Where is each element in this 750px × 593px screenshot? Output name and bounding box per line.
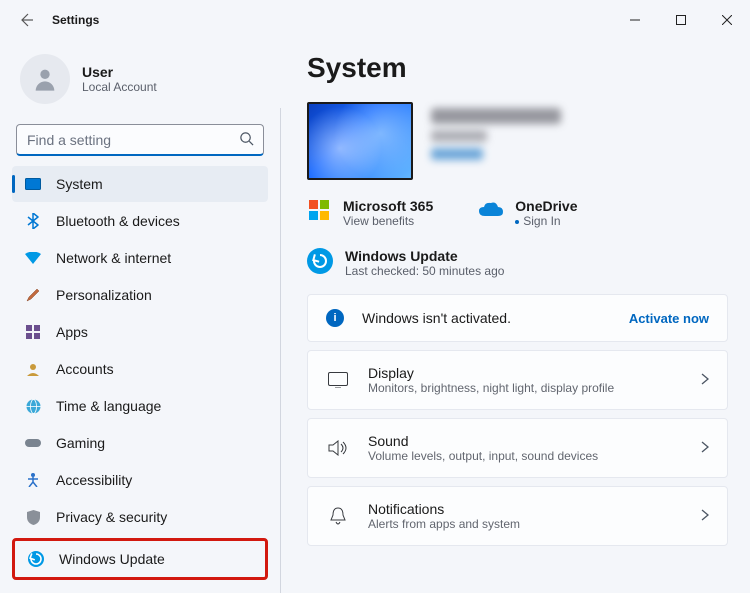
highlight-box: Windows Update bbox=[12, 538, 268, 580]
setting-display[interactable]: Display Monitors, brightness, night ligh… bbox=[307, 350, 728, 410]
nav-label: Network & internet bbox=[56, 250, 171, 266]
m365-title: Microsoft 365 bbox=[343, 198, 433, 214]
nav-label: Gaming bbox=[56, 435, 105, 451]
sidebar-item-system[interactable]: System bbox=[12, 166, 268, 202]
app-title: Settings bbox=[52, 13, 99, 27]
update-sub: Last checked: 50 minutes ago bbox=[345, 264, 504, 278]
close-icon bbox=[722, 15, 732, 25]
nav-label: Windows Update bbox=[59, 551, 165, 567]
sidebar-item-accounts[interactable]: Accounts bbox=[12, 351, 268, 387]
sidebar-item-windows-update[interactable]: Windows Update bbox=[15, 541, 265, 577]
activate-now-link[interactable]: Activate now bbox=[629, 311, 709, 326]
nav-label: Bluetooth & devices bbox=[56, 213, 180, 229]
sidebar-item-network[interactable]: Network & internet bbox=[12, 240, 268, 276]
pc-info-row bbox=[307, 102, 728, 180]
update-icon bbox=[27, 550, 45, 568]
nav-label: Privacy & security bbox=[56, 509, 167, 525]
user-name: User bbox=[82, 64, 157, 80]
update-status-icon bbox=[307, 248, 333, 274]
search-box bbox=[16, 124, 264, 156]
user-block[interactable]: User Local Account bbox=[12, 48, 268, 122]
nav-list: System Bluetooth & devices Network & int… bbox=[12, 166, 268, 580]
sound-icon bbox=[326, 440, 350, 456]
sidebar-item-accessibility[interactable]: Accessibility bbox=[12, 462, 268, 498]
sidebar: User Local Account System Bluetooth & de… bbox=[0, 40, 280, 593]
main-content: System Microsoft 365 View benefits bbox=[281, 40, 750, 593]
person-icon bbox=[31, 65, 59, 93]
title-bar: Settings bbox=[0, 0, 750, 40]
back-button[interactable] bbox=[16, 10, 36, 30]
brush-icon bbox=[24, 286, 42, 304]
chevron-right-icon bbox=[701, 440, 709, 456]
windows-update-row[interactable]: Windows Update Last checked: 50 minutes … bbox=[307, 242, 728, 294]
nav-label: Time & language bbox=[56, 398, 161, 414]
accounts-icon bbox=[24, 360, 42, 378]
m365-sub: View benefits bbox=[343, 214, 433, 228]
sidebar-item-privacy[interactable]: Privacy & security bbox=[12, 499, 268, 535]
info-icon: i bbox=[326, 309, 344, 327]
chevron-right-icon bbox=[701, 372, 709, 388]
onedrive-sub: Sign In bbox=[515, 214, 577, 228]
shield-icon bbox=[24, 508, 42, 526]
nav-label: System bbox=[56, 176, 103, 192]
sidebar-item-gaming[interactable]: Gaming bbox=[12, 425, 268, 461]
nav-label: Personalization bbox=[56, 287, 152, 303]
accessibility-icon bbox=[24, 471, 42, 489]
onedrive-block[interactable]: OneDrive Sign In bbox=[479, 198, 577, 228]
search-icon bbox=[239, 131, 254, 149]
onedrive-title: OneDrive bbox=[515, 198, 577, 214]
desktop-thumbnail bbox=[307, 102, 413, 180]
onedrive-icon bbox=[479, 198, 503, 222]
close-button[interactable] bbox=[704, 0, 750, 40]
display-icon bbox=[326, 372, 350, 388]
nav-label: Accounts bbox=[56, 361, 114, 377]
maximize-icon bbox=[676, 15, 686, 25]
m365-block[interactable]: Microsoft 365 View benefits bbox=[307, 198, 433, 228]
update-title: Windows Update bbox=[345, 248, 504, 264]
nav-label: Apps bbox=[56, 324, 88, 340]
maximize-button[interactable] bbox=[658, 0, 704, 40]
sidebar-item-bluetooth[interactable]: Bluetooth & devices bbox=[12, 203, 268, 239]
cloud-services-row: Microsoft 365 View benefits OneDrive Sig… bbox=[307, 194, 728, 242]
activation-card[interactable]: i Windows isn't activated. Activate now bbox=[307, 294, 728, 342]
system-icon bbox=[24, 175, 42, 193]
activation-message: Windows isn't activated. bbox=[362, 310, 611, 326]
gaming-icon bbox=[24, 434, 42, 452]
setting-sub: Volume levels, output, input, sound devi… bbox=[368, 449, 683, 463]
avatar bbox=[20, 54, 70, 104]
setting-sub: Alerts from apps and system bbox=[368, 517, 683, 531]
page-title: System bbox=[307, 52, 728, 84]
bluetooth-icon bbox=[24, 212, 42, 230]
setting-title: Notifications bbox=[368, 501, 683, 517]
setting-sub: Monitors, brightness, night light, displ… bbox=[368, 381, 683, 395]
user-account-type: Local Account bbox=[82, 80, 157, 94]
globe-icon bbox=[24, 397, 42, 415]
sidebar-item-personalization[interactable]: Personalization bbox=[12, 277, 268, 313]
minimize-icon bbox=[630, 15, 640, 25]
arrow-left-icon bbox=[18, 12, 34, 28]
window-controls bbox=[612, 0, 750, 40]
apps-icon bbox=[24, 323, 42, 341]
setting-notifications[interactable]: Notifications Alerts from apps and syste… bbox=[307, 486, 728, 546]
sidebar-item-time-language[interactable]: Time & language bbox=[12, 388, 268, 424]
microsoft-icon bbox=[307, 198, 331, 222]
setting-title: Sound bbox=[368, 433, 683, 449]
search-input[interactable] bbox=[16, 124, 264, 156]
pc-name-blurred bbox=[431, 108, 561, 124]
sidebar-item-apps[interactable]: Apps bbox=[12, 314, 268, 350]
wifi-icon bbox=[24, 249, 42, 267]
pc-info-text bbox=[431, 102, 561, 160]
minimize-button[interactable] bbox=[612, 0, 658, 40]
rename-link-blurred bbox=[431, 148, 483, 160]
bell-icon bbox=[326, 507, 350, 525]
chevron-right-icon bbox=[701, 508, 709, 524]
nav-label: Accessibility bbox=[56, 472, 132, 488]
pc-model-blurred bbox=[431, 130, 487, 142]
setting-sound[interactable]: Sound Volume levels, output, input, soun… bbox=[307, 418, 728, 478]
setting-title: Display bbox=[368, 365, 683, 381]
user-info: User Local Account bbox=[82, 64, 157, 94]
